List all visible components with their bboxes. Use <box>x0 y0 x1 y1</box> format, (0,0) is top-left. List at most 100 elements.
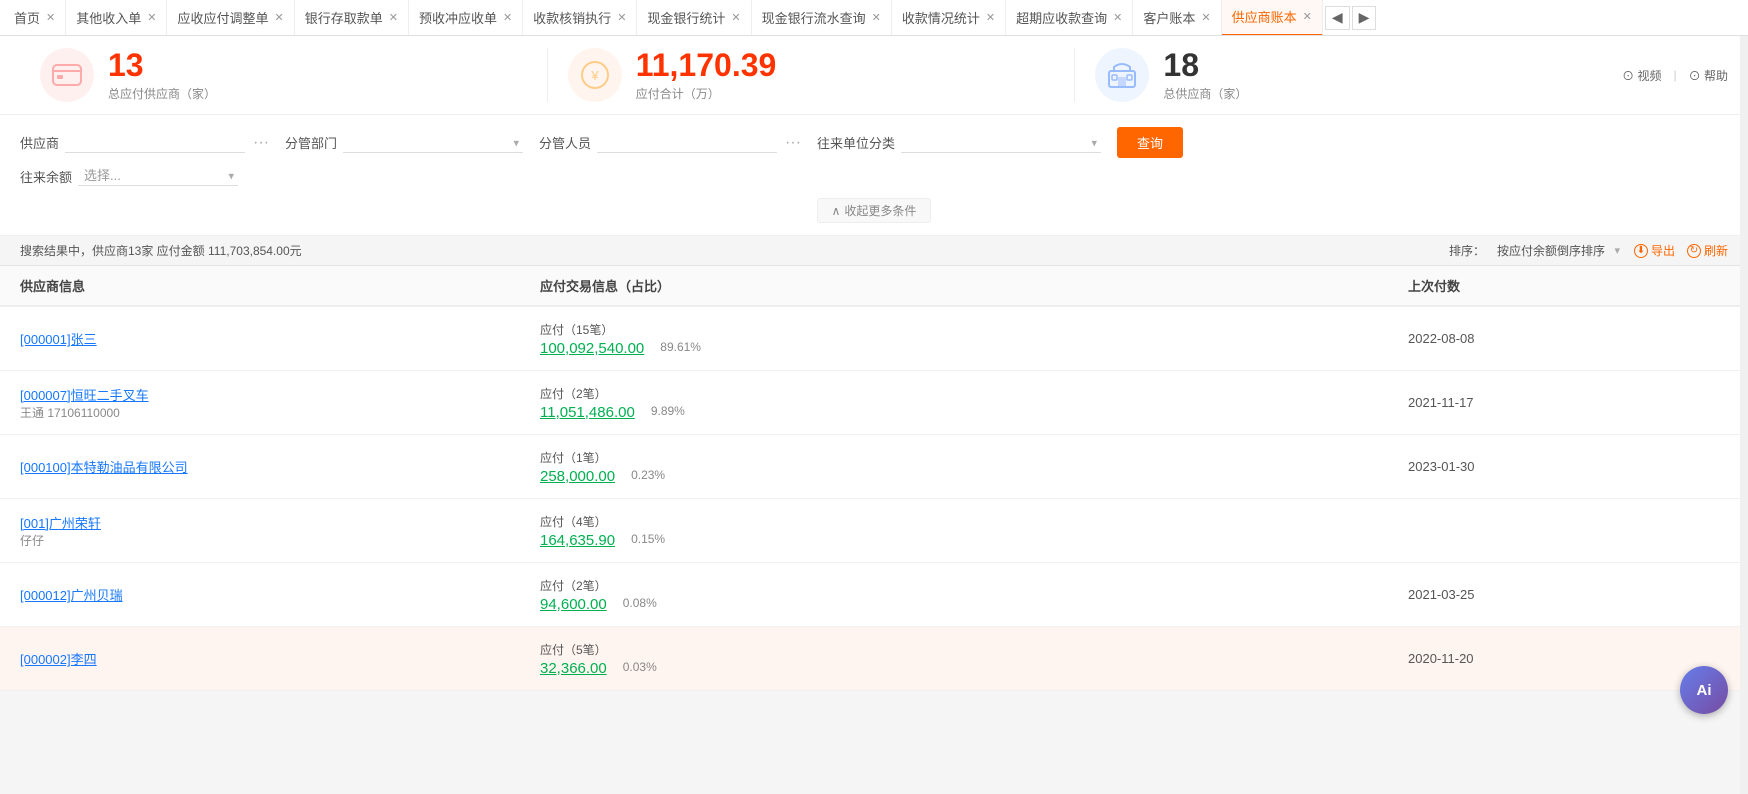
supplier-cell: [000002]李四 <box>20 649 540 668</box>
collapse-chevron-icon: ∧ <box>832 204 841 218</box>
nav-tab-ar-ap-adjust[interactable]: 应收应付调整单 ✕ <box>167 0 294 36</box>
nav-tab-close[interactable]: ✕ <box>1303 10 1312 23</box>
person-input[interactable] <box>597 133 777 153</box>
nav-tab-bank-deposit[interactable]: 银行存取款单 ✕ <box>295 0 409 36</box>
help-icon: ⊙ <box>1689 69 1701 83</box>
nav-next-arrow[interactable]: ▶ <box>1352 6 1377 30</box>
tx-amount[interactable]: 164,635.90 <box>540 532 615 549</box>
top-navigation: 首页 ✕ 其他收入单 ✕ 应收应付调整单 ✕ 银行存取款单 ✕ 预收冲应收单 ✕… <box>0 0 1748 36</box>
nav-tab-cash-flow-query[interactable]: 现金银行流水查询 ✕ <box>752 0 892 36</box>
tx-percent: 9.89% <box>651 404 685 418</box>
supplier-sub: 仔仔 <box>20 534 44 548</box>
nav-tab-label: 其他收入单 <box>76 8 141 27</box>
last-pay-date: 2020-11-20 <box>1408 651 1474 666</box>
top-right-links: ⊙ 视频 | ⊙ 帮助 <box>1602 67 1728 84</box>
dept-select-wrap <box>343 133 523 153</box>
nav-tab-close[interactable]: ✕ <box>872 11 881 24</box>
supplier-name-link[interactable]: [000002]李四 <box>20 649 540 668</box>
nav-tab-close[interactable]: ✕ <box>986 11 995 24</box>
table-header: 供应商信息 应付交易信息（占比） 上次付数 <box>0 266 1748 307</box>
nav-prev-arrow[interactable]: ◀ <box>1325 6 1350 30</box>
nav-tab-customer-ledger[interactable]: 客户账本 ✕ <box>1133 0 1221 36</box>
tx-amount[interactable]: 11,051,486.00 <box>540 404 635 421</box>
supplier-cell: [000007]恒旺二手叉车 王通 17106110000 <box>20 385 540 421</box>
nav-tab-home[interactable]: 首页 ✕ <box>4 0 66 36</box>
supplier-dots-icon[interactable]: ··· <box>253 134 269 152</box>
result-bar-right: 排序： 按应付余额倒序排序 ⬇ 导出 ↻ 刷新 <box>1449 242 1728 259</box>
tx-cell: 应付（5笔） 32,366.00 0.03% <box>540 641 1408 677</box>
nav-tab-overdue-query[interactable]: 超期应收款查询 ✕ <box>1006 0 1133 36</box>
filter-balance: 往来余额 选择... <box>20 166 238 186</box>
supplier-name-link[interactable]: [000007]恒旺二手叉车 <box>20 385 540 404</box>
person-dots-icon[interactable]: ··· <box>785 134 801 152</box>
nav-tab-close[interactable]: ✕ <box>1201 11 1210 24</box>
nav-tab-home-close[interactable]: ✕ <box>46 11 55 24</box>
nav-tab-close[interactable]: ✕ <box>1113 11 1122 24</box>
nav-tab-close[interactable]: ✕ <box>503 11 512 24</box>
header-tx-info: 应付交易信息（占比） <box>540 276 1408 295</box>
dept-label: 分管部门 <box>285 133 337 152</box>
tx-cell: 应付（4笔） 164,635.90 0.15% <box>540 513 1408 549</box>
tx-amount[interactable]: 32,366.00 <box>540 660 607 677</box>
right-scrollbar[interactable] <box>1740 36 1748 794</box>
sort-select[interactable]: 按应付余额倒序排序 <box>1497 244 1622 258</box>
tx-cell: 应付（1笔） 258,000.00 0.23% <box>540 449 1408 485</box>
supplier-name-link[interactable]: [000012]广州贝瑞 <box>20 585 540 604</box>
table-row: [001]广州荣轩 仔仔 应付（4笔） 164,635.90 0.15% <box>0 499 1748 563</box>
export-label: 导出 <box>1651 242 1675 259</box>
total-suppliers-label: 总供应商（家） <box>1163 85 1247 102</box>
data-table: 供应商信息 应付交易信息（占比） 上次付数 [000001]张三 应付（15笔）… <box>0 266 1748 691</box>
ai-button[interactable]: Ai <box>1680 666 1728 714</box>
tx-amount[interactable]: 258,000.00 <box>540 468 615 485</box>
dept-select[interactable] <box>343 133 523 153</box>
last-pay-cell: 2023-01-30 <box>1408 459 1728 474</box>
nav-tab-close[interactable]: ✕ <box>147 11 156 24</box>
tx-label: 应付（5笔） <box>540 641 1408 658</box>
nav-tab-close[interactable]: ✕ <box>274 11 283 24</box>
tx-percent: 0.03% <box>623 660 657 674</box>
tx-amount[interactable]: 94,600.00 <box>540 596 607 613</box>
nav-tab-close[interactable]: ✕ <box>731 11 740 24</box>
balance-label: 往来余额 <box>20 167 72 186</box>
table-row: [000100]本特勒油品有限公司 应付（1笔） 258,000.00 0.23… <box>0 435 1748 499</box>
stat-total-suppliers: 18 总供应商（家） <box>1075 48 1602 102</box>
balance-select[interactable]: 选择... <box>78 166 238 186</box>
export-button[interactable]: ⬇ 导出 <box>1634 242 1675 259</box>
tx-cell: 应付（15笔） 100,092,540.00 89.61% <box>540 321 1408 357</box>
stats-bar: 13 总应付供应商（家） ¥ 11,170.39 应付合计（万） 18 总供应商… <box>0 36 1748 115</box>
filter-row-2: 往来余额 选择... <box>20 166 1728 186</box>
query-button[interactable]: 查询 <box>1117 127 1183 158</box>
filter-dept: 分管部门 <box>285 133 523 153</box>
nav-tab-other-income[interactable]: 其他收入单 ✕ <box>66 0 167 36</box>
last-pay-cell: 2020-11-20 <box>1408 651 1728 666</box>
supplier-name-link[interactable]: [000100]本特勒油品有限公司 <box>20 457 540 476</box>
filter-supplier: 供应商 ··· <box>20 133 269 153</box>
payable-suppliers-label: 总应付供应商（家） <box>108 85 216 102</box>
nav-tab-supplier-ledger[interactable]: 供应商账本 ✕ <box>1222 0 1323 36</box>
collapse-button[interactable]: ∧ 收起更多条件 <box>817 198 932 223</box>
total-suppliers-number: 18 <box>1163 48 1247 83</box>
payable-suppliers-icon <box>40 48 94 102</box>
supplier-name-link[interactable]: [001]广州荣轩 <box>20 513 540 532</box>
supplier-cell: [001]广州荣轩 仔仔 <box>20 513 540 549</box>
nav-tab-receipt-stat[interactable]: 收款情况统计 ✕ <box>892 0 1006 36</box>
supplier-name-link[interactable]: [000001]张三 <box>20 329 540 348</box>
tx-amount[interactable]: 100,092,540.00 <box>540 340 644 357</box>
tx-percent: 0.15% <box>631 532 665 546</box>
filter-category: 往来单位分类 <box>817 133 1101 153</box>
video-link[interactable]: ⊙ 视频 <box>1622 67 1661 84</box>
nav-tab-cash-bank-stat[interactable]: 现金银行统计 ✕ <box>637 0 751 36</box>
last-pay-date: 2023-01-30 <box>1408 459 1475 474</box>
stat-payable-suppliers: 13 总应付供应商（家） <box>20 48 548 102</box>
payable-total-label: 应付合计（万） <box>636 85 777 102</box>
help-link[interactable]: ⊙ 帮助 <box>1689 67 1728 84</box>
nav-tab-close[interactable]: ✕ <box>617 11 626 24</box>
category-select[interactable] <box>901 133 1101 153</box>
sort-select-wrap: 按应付余额倒序排序 <box>1497 244 1622 258</box>
refresh-button[interactable]: ↻ 刷新 <box>1687 242 1728 259</box>
result-bar: 搜索结果中，供应商13家 应付金额 111,703,854.00元 排序： 按应… <box>0 236 1748 266</box>
nav-tab-close[interactable]: ✕ <box>389 11 398 24</box>
nav-tab-pre-ar[interactable]: 预收冲应收单 ✕ <box>409 0 523 36</box>
supplier-input[interactable] <box>65 133 245 153</box>
nav-tab-receipt-verify[interactable]: 收款核销执行 ✕ <box>523 0 637 36</box>
